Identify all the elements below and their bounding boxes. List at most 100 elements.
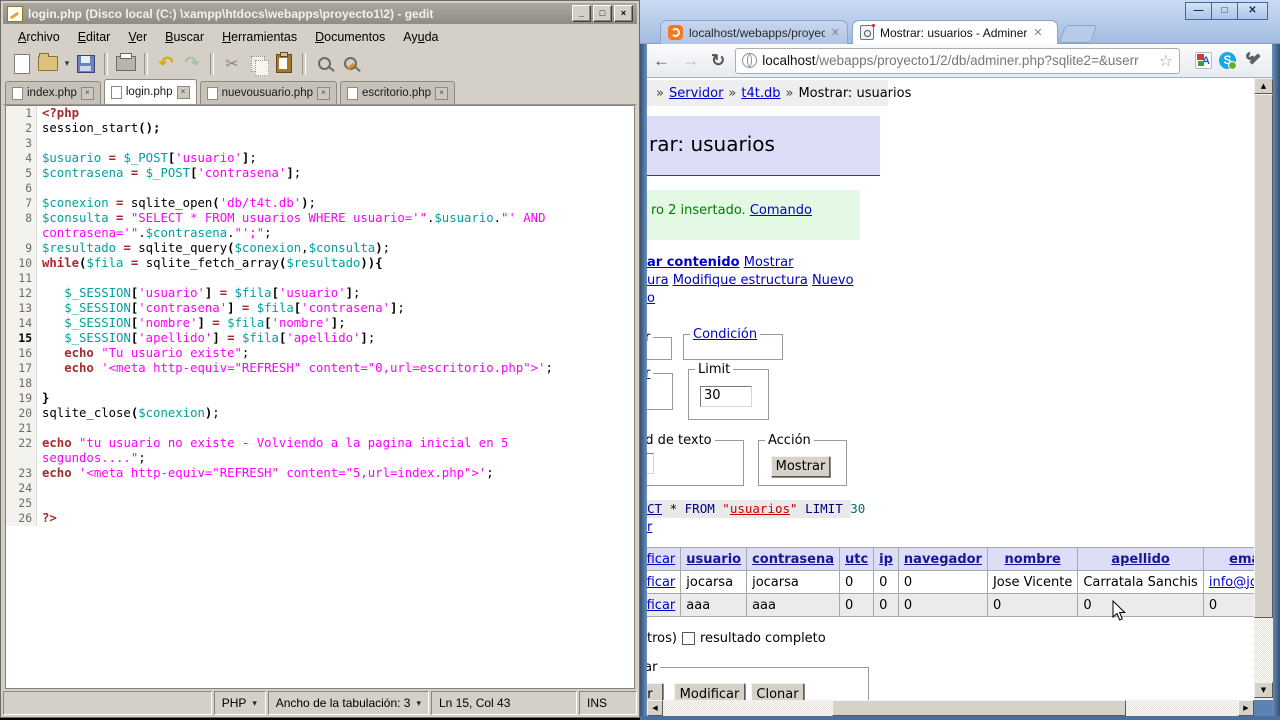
skype-extension-icon[interactable]: S: [1219, 52, 1237, 70]
cut-icon[interactable]: ✂: [219, 51, 245, 77]
text-length-input[interactable]: [647, 453, 654, 474]
action-link[interactable]: Modifique estructura: [673, 273, 808, 288]
limit-input[interactable]: 30: [700, 386, 752, 407]
horizontal-scrollbar[interactable]: ◀ ▶: [647, 700, 1254, 716]
show-button[interactable]: Mostrar: [771, 456, 830, 477]
menu-archivo[interactable]: Archivo: [9, 28, 69, 46]
scroll-up-icon[interactable]: ▲: [1254, 78, 1273, 94]
gedit-titlebar[interactable]: login.php (Disco local (C:) \xampp\htdoc…: [3, 3, 637, 24]
language-selector[interactable]: PHP ▾: [213, 691, 266, 715]
wrench-menu-icon[interactable]: [1245, 52, 1263, 70]
email-link[interactable]: info@jocars: [1209, 575, 1254, 590]
action-link[interactable]: o: [647, 291, 655, 306]
tab-close-icon[interactable]: ×: [317, 86, 330, 100]
translate-extension-icon[interactable]: A: [1195, 52, 1212, 69]
scroll-left-icon[interactable]: ◀: [647, 700, 663, 716]
find-icon[interactable]: [311, 51, 337, 77]
code-line: echo "Tu usuario existe";: [64, 346, 250, 360]
copy-icon[interactable]: [245, 51, 271, 77]
line-number: 24: [6, 481, 37, 496]
maximize-icon[interactable]: □: [1211, 2, 1238, 20]
order-legend-link[interactable]: ar: [647, 366, 650, 381]
close-icon[interactable]: ×: [614, 5, 633, 22]
url-text[interactable]: localhost/webapps/proyecto1/2/db/adminer…: [762, 53, 1158, 68]
tab-close-icon[interactable]: ✕: [831, 26, 840, 39]
breadcrumb-link[interactable]: Servidor: [669, 86, 723, 101]
whole-result-checkbox[interactable]: [681, 632, 695, 645]
menu-ver[interactable]: Ver: [119, 28, 156, 46]
table-cell: 0: [1077, 593, 1204, 617]
action-link[interactable]: Nuevo: [812, 273, 854, 288]
menu-ayuda[interactable]: Ayuda: [394, 28, 447, 46]
editor-tab-nuevousuario.php[interactable]: nuevousuario.php ×: [199, 81, 337, 104]
minimize-icon[interactable]: _: [572, 5, 591, 22]
back-icon[interactable]: ←: [653, 51, 670, 71]
save-icon[interactable]: [73, 51, 99, 77]
reload-icon[interactable]: ↻: [711, 51, 725, 71]
clone-button[interactable]: Clonar: [751, 683, 804, 700]
column-sort-link[interactable]: utc: [845, 552, 868, 567]
breadcrumb-link[interactable]: t4t.db: [741, 86, 780, 101]
scroll-right-icon[interactable]: ▶: [1238, 700, 1254, 716]
maximize-icon[interactable]: □: [593, 5, 612, 22]
action-link[interactable]: ura: [647, 273, 669, 288]
condition-legend-link[interactable]: Condición: [693, 327, 757, 342]
column-sort-link[interactable]: usuario: [686, 552, 741, 567]
minimize-icon[interactable]: —: [1185, 2, 1212, 20]
edit-query-link[interactable]: r: [647, 520, 652, 535]
modify-row-link[interactable]: ificar: [647, 598, 675, 613]
bookmark-star-icon[interactable]: ☆: [1159, 51, 1173, 70]
open-dropdown-icon[interactable]: ▾: [61, 58, 73, 69]
comando-link[interactable]: Comando: [750, 203, 812, 218]
open-folder-icon[interactable]: [35, 51, 61, 77]
code-line: $_SESSION['contrasena'] = $fila['contras…: [64, 301, 405, 315]
scroll-down-icon[interactable]: ▼: [1254, 682, 1273, 698]
print-icon[interactable]: [113, 51, 139, 77]
column-sort-link[interactable]: contrasena: [752, 552, 834, 567]
line-number: 14: [6, 316, 37, 331]
menu-documentos[interactable]: Documentos: [306, 28, 394, 46]
new-document-icon[interactable]: [9, 51, 35, 77]
forward-icon[interactable]: →: [682, 51, 699, 71]
editor-tab-index.php[interactable]: index.php ×: [5, 81, 101, 104]
redo-icon[interactable]: ↷: [179, 51, 205, 77]
paste-icon[interactable]: [271, 51, 297, 77]
menu-buscar[interactable]: Buscar: [156, 28, 213, 46]
tab-close-icon[interactable]: ×: [435, 86, 449, 100]
table-cell: 0: [897, 570, 988, 594]
save-button[interactable]: ar: [647, 683, 663, 700]
tab-close-icon[interactable]: ×: [176, 85, 190, 99]
horizontal-scroll-thumb[interactable]: [832, 700, 1126, 716]
editor-tab-escritorio.php[interactable]: escritorio.php ×: [340, 81, 456, 104]
vertical-scroll-thumb[interactable]: [1254, 94, 1273, 618]
column-sort-link[interactable]: apellido: [1111, 552, 1170, 567]
column-sort-link[interactable]: ip: [879, 552, 893, 567]
column-sort-link[interactable]: navegador: [904, 552, 982, 567]
modify-row-link[interactable]: ificar: [647, 575, 675, 590]
address-bar[interactable]: localhost/webapps/proyecto1/2/db/adminer…: [735, 47, 1180, 74]
column-sort-link[interactable]: ificar: [647, 552, 675, 567]
undo-icon[interactable]: ↶: [153, 51, 179, 77]
editor-tab-login.php[interactable]: login.php ×: [103, 79, 197, 104]
find-replace-icon[interactable]: [337, 51, 363, 77]
close-icon[interactable]: ✕: [1237, 2, 1268, 20]
column-sort-link[interactable]: nombre: [1005, 552, 1061, 567]
new-tab-button[interactable]: [1058, 25, 1098, 43]
column-sort-link[interactable]: emai: [1229, 552, 1254, 567]
toolbar-separator: [144, 52, 148, 75]
action-link[interactable]: Mostrar: [744, 255, 794, 270]
gedit-editor[interactable]: 1 <?php 2 session_start(); 3 4 $usuario = $_PO…: [5, 105, 635, 689]
tab-close-icon[interactable]: ✕: [1033, 26, 1042, 39]
modify-button[interactable]: Modificar: [674, 683, 745, 700]
vertical-scrollbar[interactable]: ▲ ▼: [1254, 78, 1273, 700]
browser-tab-1[interactable]: localhost/webapps/proyecto1/ ✕: [660, 20, 848, 44]
menu-herramientas[interactable]: Herramientas: [213, 28, 306, 46]
action-link[interactable]: ar contenido: [647, 255, 740, 270]
tab-close-icon[interactable]: ×: [80, 86, 94, 100]
tab-width-selector[interactable]: Ancho de la tabulación: 3 ▾: [267, 691, 429, 715]
menu-editar[interactable]: Editar: [69, 28, 120, 46]
select-legend: ar: [647, 330, 651, 345]
line-number: 11: [6, 271, 37, 286]
browser-tab-2[interactable]: Mostrar: usuarios - Adminer ✕: [852, 20, 1058, 44]
